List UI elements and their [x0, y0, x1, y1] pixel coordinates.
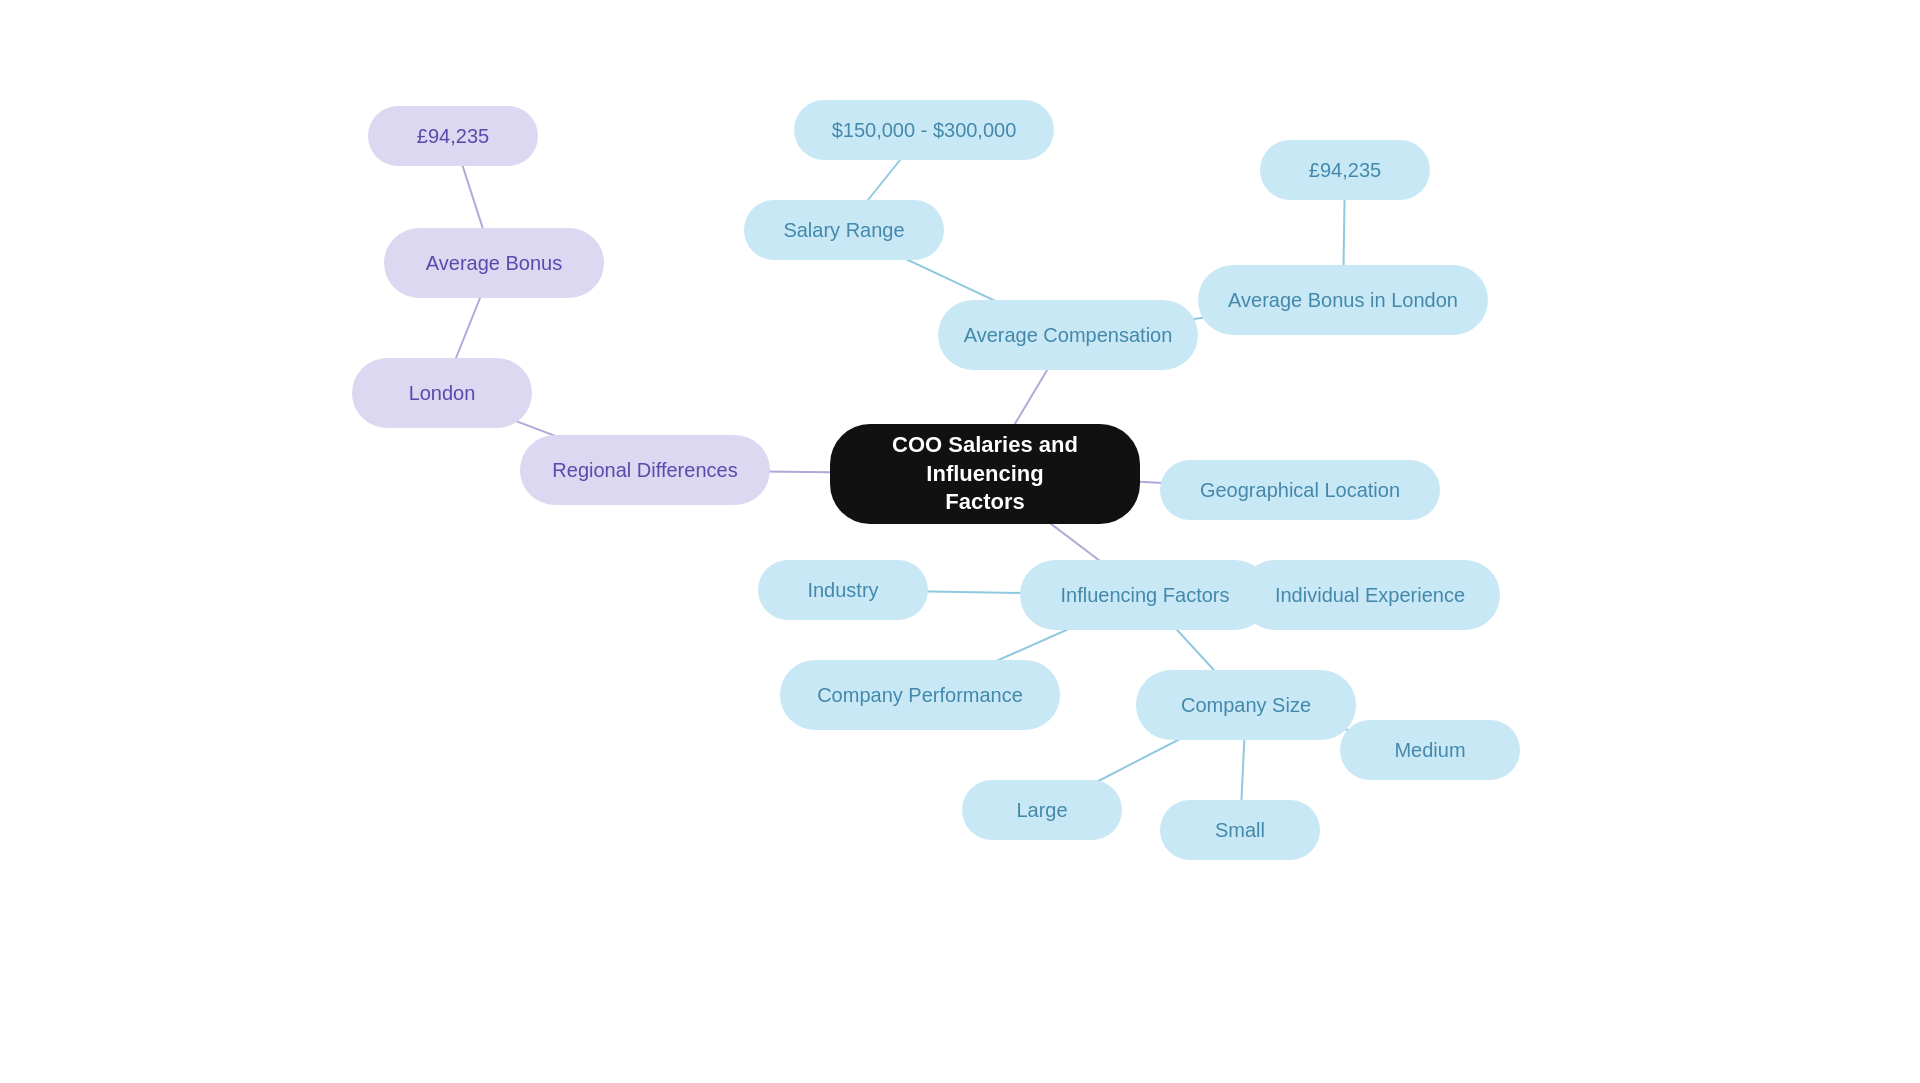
node-label-medium: Medium [1394, 737, 1465, 763]
node-avg_compensation: Average Compensation [938, 300, 1198, 370]
node-company_size: Company Size [1136, 670, 1356, 740]
node-label-london: London [409, 380, 476, 406]
node-avg_bonus_val: £94,235 [368, 106, 538, 166]
node-london: London [352, 358, 532, 428]
node-label-center: COO Salaries and Influencing Factors [850, 431, 1120, 517]
node-center: COO Salaries and Influencing Factors [830, 424, 1140, 524]
node-avg_bonus: Average Bonus [384, 228, 604, 298]
node-label-avg_bonus_london: Average Bonus in London [1228, 287, 1458, 313]
node-small: Small [1160, 800, 1320, 860]
node-label-avg_bonus_val: £94,235 [417, 123, 489, 149]
node-salary_range_val: $150,000 - $300,000 [794, 100, 1054, 160]
node-label-small: Small [1215, 817, 1265, 843]
node-label-salary_range_val: $150,000 - $300,000 [832, 117, 1017, 143]
node-geographical_location: Geographical Location [1160, 460, 1440, 520]
node-regional_differences: Regional Differences [520, 435, 770, 505]
node-avg_bonus_london: Average Bonus in London [1198, 265, 1488, 335]
node-label-industry: Industry [807, 577, 878, 603]
node-label-salary_range: Salary Range [783, 217, 904, 243]
node-salary_range: Salary Range [744, 200, 944, 260]
node-influencing_factors: Influencing Factors [1020, 560, 1270, 630]
node-label-regional_differences: Regional Differences [552, 457, 737, 483]
node-label-large: Large [1016, 797, 1067, 823]
node-label-company_size: Company Size [1181, 692, 1311, 718]
node-large: Large [962, 780, 1122, 840]
node-label-geographical_location: Geographical Location [1200, 477, 1400, 503]
node-company_performance: Company Performance [780, 660, 1060, 730]
node-industry: Industry [758, 560, 928, 620]
node-individual_experience: Individual Experience [1240, 560, 1500, 630]
node-label-company_performance: Company Performance [817, 682, 1023, 708]
node-avg_bonus_london_val: £94,235 [1260, 140, 1430, 200]
connections-svg [0, 0, 1920, 1083]
node-label-avg_bonus_london_val: £94,235 [1309, 157, 1381, 183]
node-label-avg_compensation: Average Compensation [964, 322, 1173, 348]
mind-map: COO Salaries and Influencing Factors Aver… [0, 0, 1920, 1083]
node-label-individual_experience: Individual Experience [1275, 582, 1465, 608]
node-label-influencing_factors: Influencing Factors [1061, 582, 1230, 608]
node-label-avg_bonus: Average Bonus [426, 250, 562, 276]
node-medium: Medium [1340, 720, 1520, 780]
